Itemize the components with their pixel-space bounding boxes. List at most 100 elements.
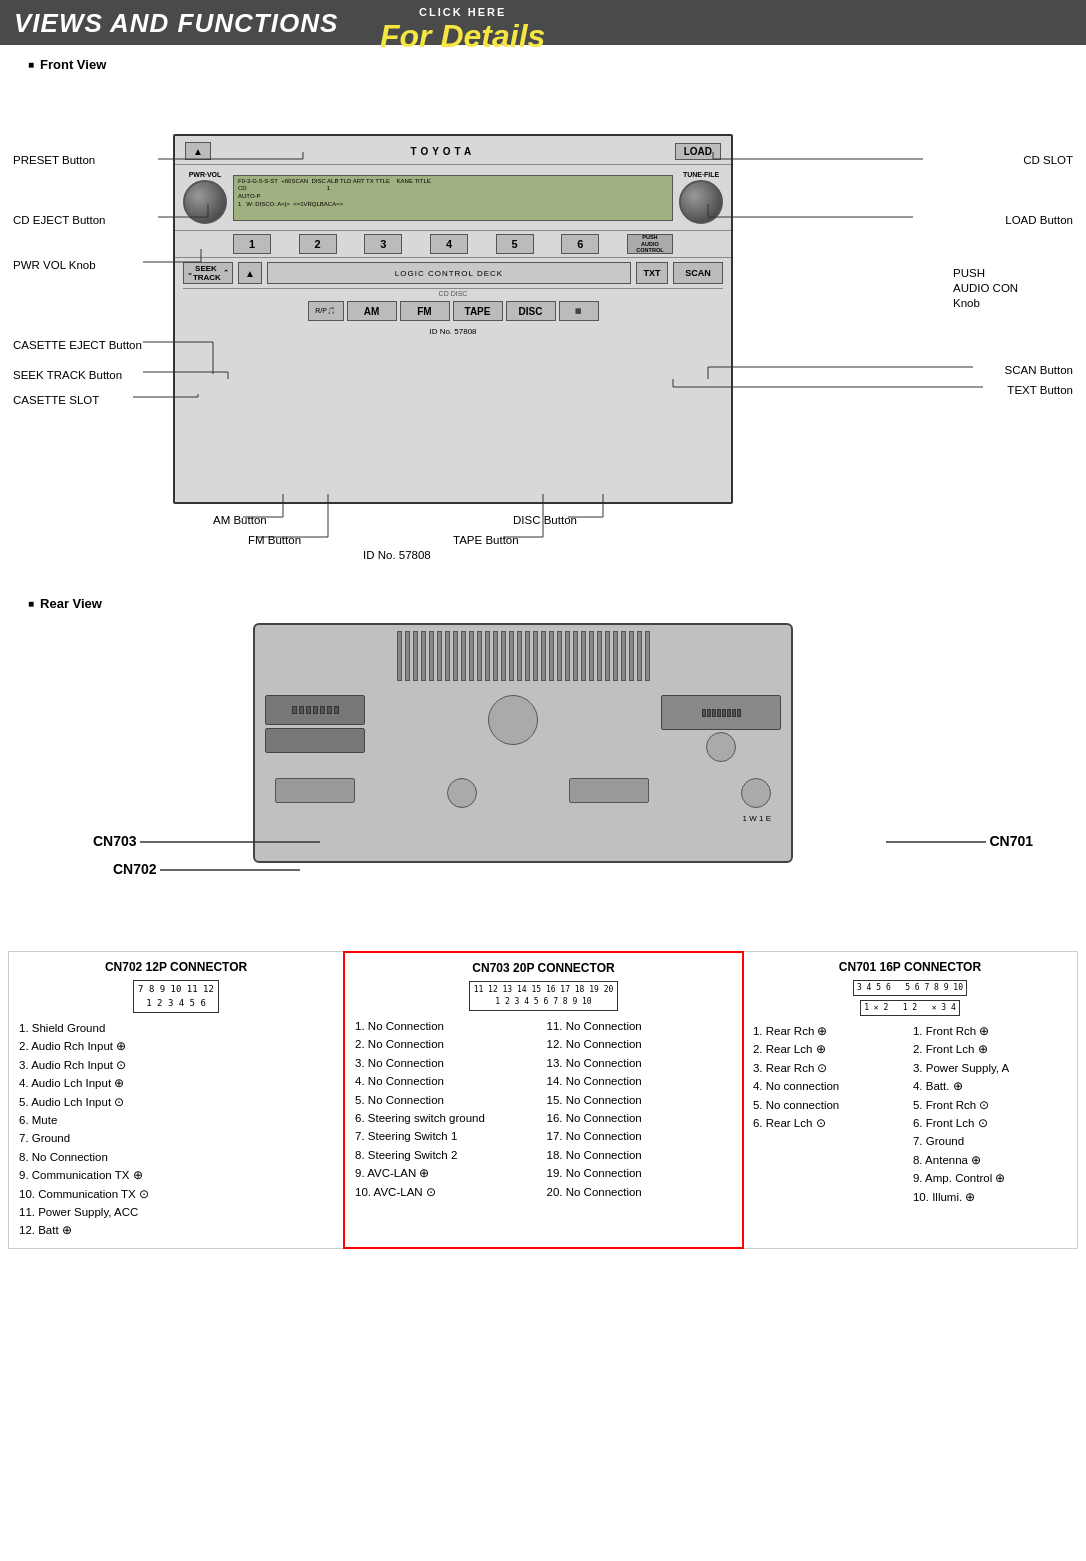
scan-btn[interactable]: SCAN xyxy=(673,262,723,284)
cn703-title: CN703 20P CONNECTOR xyxy=(355,961,732,975)
cn703-pin-18: 18. No Connection xyxy=(547,1146,732,1164)
seek-track-btn[interactable]: ⌄ SEEKTRACK ⌃ xyxy=(183,262,233,284)
vent xyxy=(453,631,458,681)
vent xyxy=(573,631,578,681)
click-here-label: CLICK HERE xyxy=(380,6,545,18)
audio-control-btn[interactable]: PUSHAUDIO CONTROL xyxy=(627,234,673,254)
for-details-label: For Details xyxy=(380,18,545,55)
cn703-pin-7: 7. Steering Switch 1 xyxy=(355,1127,540,1145)
seek-track-button-label: SEEK TRACK Button xyxy=(13,369,122,381)
preset-button-label: PRESET Button xyxy=(13,154,95,166)
cn701-rpin-6: 6. Front Lch ⊙ xyxy=(913,1114,1067,1132)
page-title: VIEWS AND FUNCTIONS xyxy=(14,8,338,38)
disc-button-label: DISC Button xyxy=(513,514,577,526)
vent xyxy=(421,631,426,681)
cn702-pin-1: 1. Shield Ground xyxy=(19,1019,333,1037)
cn703-pin-13: 13. No Connection xyxy=(547,1054,732,1072)
cn703-pin-diagram: 11 12 13 14 15 16 17 18 19 20 1 2 3 4 5 … xyxy=(355,981,732,1011)
cn702-pin-3: 3. Audio Rch Input ⊙ xyxy=(19,1056,333,1074)
click-here-banner[interactable]: CLICK HERE For Details xyxy=(380,6,545,55)
vent xyxy=(645,631,650,681)
cn703-pin-lists: 1. No Connection 2. No Connection 3. No … xyxy=(355,1017,732,1201)
cn701-pin-3: 3. Rear Rch ⊙ xyxy=(753,1059,907,1077)
text-btn[interactable]: TXT xyxy=(636,262,668,284)
id-number: ID No. 57808 xyxy=(175,325,731,338)
load-btn[interactable]: LOAD xyxy=(675,143,721,160)
load-button-label: LOAD Button xyxy=(1005,214,1073,226)
vent xyxy=(469,631,474,681)
disc-btn[interactable]: DISC xyxy=(506,301,556,321)
vent xyxy=(541,631,546,681)
cn701-rpin-3: 3. Power Supply, A xyxy=(913,1059,1067,1077)
vent xyxy=(509,631,514,681)
preset-btn-6[interactable]: 6 xyxy=(561,234,599,254)
am-btn[interactable]: AM xyxy=(347,301,397,321)
cn701-pin-5: 5. No connection xyxy=(753,1096,907,1114)
vent xyxy=(549,631,554,681)
cn702-pin-7: 7. Ground xyxy=(19,1129,333,1147)
cn702-pin-8: 8. No Connection xyxy=(19,1148,333,1166)
tape-btn[interactable]: TAPE xyxy=(453,301,503,321)
cd-eject-btn[interactable]: ▲ xyxy=(185,142,211,160)
cn703-line-label: CN703 xyxy=(93,833,320,849)
vent xyxy=(493,631,498,681)
cn703-pin-list-right: 11. No Connection 12. No Connection 13. … xyxy=(547,1017,732,1201)
vent xyxy=(613,631,618,681)
vent xyxy=(605,631,610,681)
cn701-rpin-5: 5. Front Rch ⊙ xyxy=(913,1096,1067,1114)
fm-btn[interactable]: FM xyxy=(400,301,450,321)
tune-file-knob[interactable] xyxy=(679,180,723,224)
cn702-pin-11: 11. Power Supply, ACC xyxy=(19,1203,333,1221)
vent xyxy=(597,631,602,681)
rp-icon[interactable]: R/P🎵 xyxy=(308,301,344,321)
fm-button-label: FM Button xyxy=(248,534,301,546)
cn701-pin-2: 2. Rear Lch ⊕ xyxy=(753,1040,907,1058)
preset-btn-3[interactable]: 3 xyxy=(364,234,402,254)
radio-rear-unit: 1 W 1 E xyxy=(253,623,793,863)
cn701-pin-lists: 1. Rear Rch ⊕ 2. Rear Lch ⊕ 3. Rear Rch … xyxy=(753,1022,1067,1206)
cn702-pin-6: 6. Mute xyxy=(19,1111,333,1129)
preset-btn-2[interactable]: 2 xyxy=(299,234,337,254)
cn701-rpin-7: 7. Ground xyxy=(913,1132,1067,1150)
cn701-pin-6: 6. Rear Lch ⊙ xyxy=(753,1114,907,1132)
preset-btn-5[interactable]: 5 xyxy=(496,234,534,254)
cn702-pin-9: 9. Communication TX ⊕ xyxy=(19,1166,333,1184)
am-button-label: AM Button xyxy=(213,514,267,526)
eject-sm-btn[interactable]: ▲ xyxy=(238,262,262,284)
pwr-vol-inner-label: PWR·VOL xyxy=(183,171,227,178)
extra-btn[interactable]: ▦ xyxy=(559,301,599,321)
cn701-pin-diagram: 3 4 5 6 5 6 7 8 9 10 1 ✕ 2 1 2 ✕ 3 4 xyxy=(753,980,1067,1016)
vent xyxy=(437,631,442,681)
preset-btn-4[interactable]: 4 xyxy=(430,234,468,254)
header: VIEWS AND FUNCTIONS CLICK HERE For Detai… xyxy=(0,0,1086,45)
cn701-pin-list-right: 1. Front Rch ⊕ 2. Front Lch ⊕ 3. Power S… xyxy=(913,1022,1067,1206)
vent xyxy=(621,631,626,681)
pwr-vol-knob[interactable] xyxy=(183,180,227,224)
rear-view-label: Rear View xyxy=(14,590,1072,613)
vent xyxy=(589,631,594,681)
preset-btn-1[interactable]: 1 xyxy=(233,234,271,254)
display-text: F0-3-G-5-S-ST +60SCAN DISC ALB TLD ART T… xyxy=(238,178,668,209)
rear-id: 1 W 1 E xyxy=(255,812,791,825)
cn702-pin-2: 2. Audio Rch Input ⊕ xyxy=(19,1037,333,1055)
cn702-line-label: CN702 xyxy=(113,861,300,877)
cn701-pin-4: 4. No connection xyxy=(753,1077,907,1095)
cn702-table: CN702 12P CONNECTOR 7 8 9 10 11 12 1 2 3… xyxy=(9,952,344,1248)
cn703-pin-5: 5. No Connection xyxy=(355,1091,540,1109)
cd-slot-label: CD SLOT xyxy=(1023,154,1073,166)
vent xyxy=(629,631,634,681)
scan-button-label: SCAN Button xyxy=(1005,364,1073,376)
cn703-pin-3: 3. No Connection xyxy=(355,1054,540,1072)
vent xyxy=(581,631,586,681)
vent xyxy=(533,631,538,681)
rear-circle-4 xyxy=(741,778,771,808)
casette-slot-label: CASETTE SLOT xyxy=(13,394,99,406)
cn703-pin-list-left: 1. No Connection 2. No Connection 3. No … xyxy=(355,1017,540,1201)
tape-button-label: TAPE Button xyxy=(453,534,519,546)
id-no-label: ID No. 57808 xyxy=(363,549,431,561)
rear-circle-2 xyxy=(706,732,736,762)
toyota-brand: TOYOTA xyxy=(219,146,667,157)
cn703-pin-14: 14. No Connection xyxy=(547,1072,732,1090)
cn701-pin-list-left: 1. Rear Rch ⊕ 2. Rear Lch ⊕ 3. Rear Rch … xyxy=(753,1022,907,1206)
cn702-pin-10: 10. Communication TX ⊙ xyxy=(19,1185,333,1203)
